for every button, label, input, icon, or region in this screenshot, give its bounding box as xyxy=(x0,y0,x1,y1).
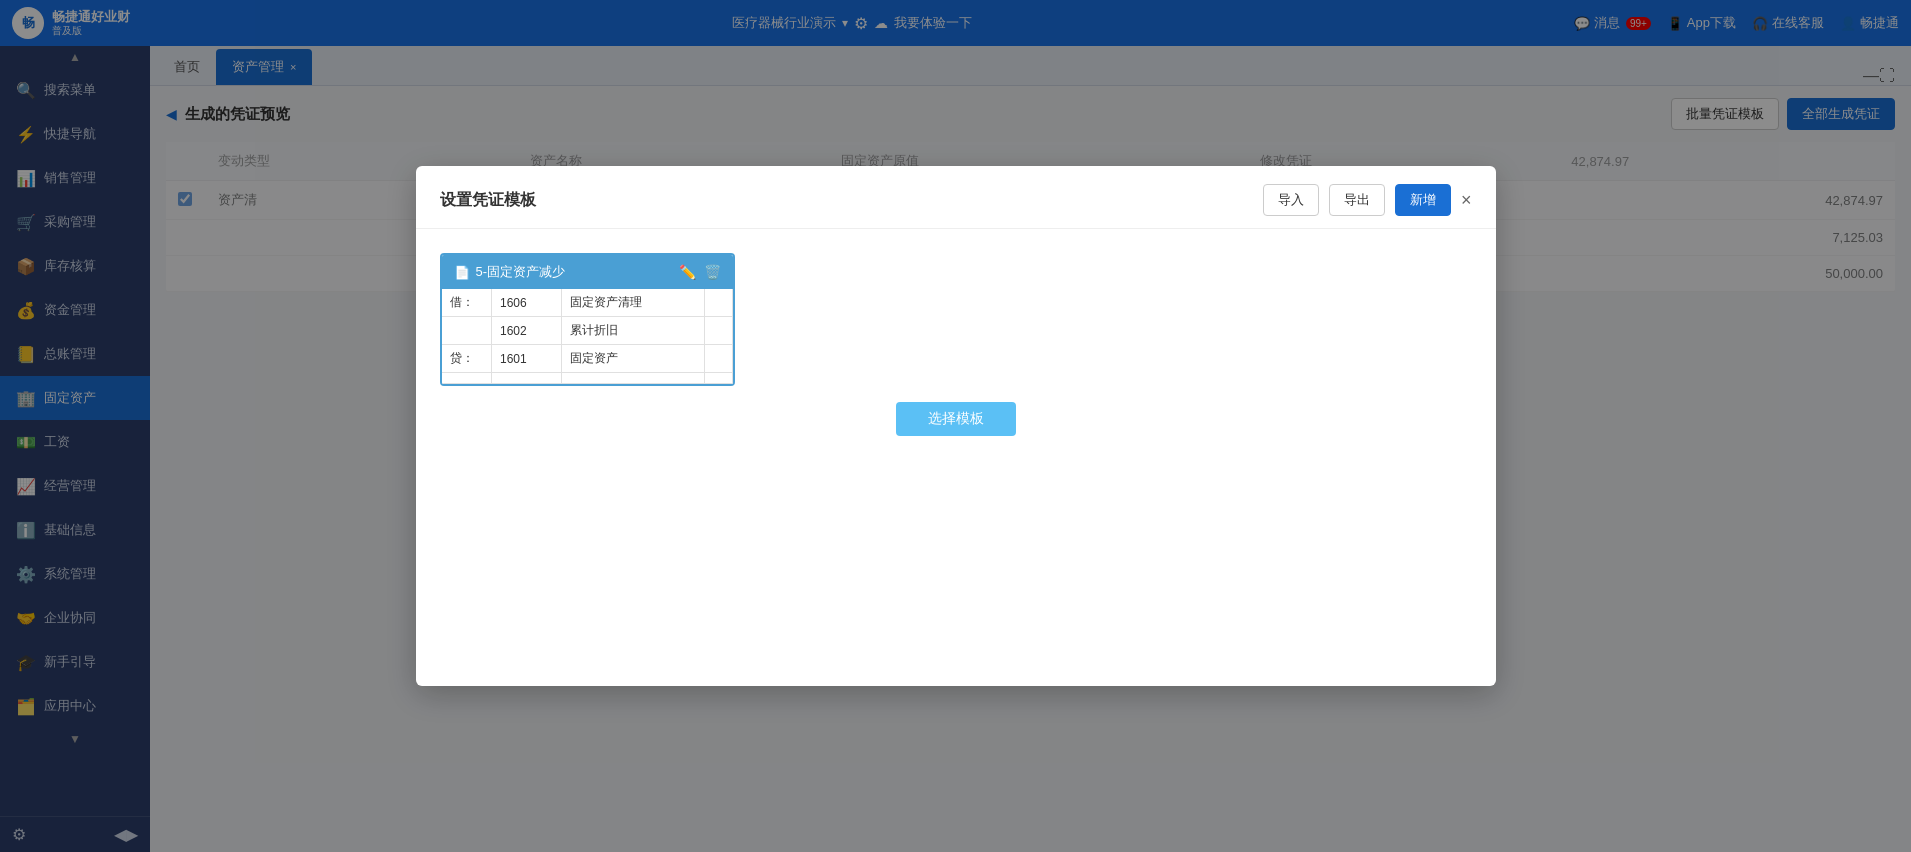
dialog-body: 📄 5-固定资产减少 ✏️ 🗑️ xyxy=(416,229,1496,686)
template-edit-icon[interactable]: ✏️ xyxy=(679,264,696,280)
dialog-header: 设置凭证模板 导入 导出 新增 × xyxy=(416,166,1496,229)
entry-direction-2 xyxy=(442,317,492,345)
dialog-close-btn[interactable]: × xyxy=(1461,190,1472,211)
template-table: 借： 1606 固定资产清理 1602 累计折旧 xyxy=(442,289,733,384)
template-row-1: 借： 1606 固定资产清理 xyxy=(442,289,733,317)
entry-subject-4 xyxy=(562,373,705,384)
template-card-header: 📄 5-固定资产减少 ✏️ 🗑️ xyxy=(442,255,733,289)
entry-direction-3: 贷： xyxy=(442,345,492,373)
template-doc-icon: 📄 xyxy=(454,265,470,280)
template-delete-icon[interactable]: 🗑️ xyxy=(704,264,721,280)
select-template-btn[interactable]: 选择模板 xyxy=(896,402,1016,436)
template-name: 5-固定资产减少 xyxy=(476,263,566,281)
template-row-4 xyxy=(442,373,733,384)
import-btn[interactable]: 导入 xyxy=(1263,184,1319,216)
entry-code-3: 1601 xyxy=(492,345,562,373)
entry-direction-1: 借： xyxy=(442,289,492,317)
entry-extra-1 xyxy=(705,289,732,317)
template-card-body: 借： 1606 固定资产清理 1602 累计折旧 xyxy=(442,289,733,384)
dialog-header-actions: 导入 导出 新增 × xyxy=(1263,184,1472,216)
template-header-left: 📄 5-固定资产减少 xyxy=(454,263,566,281)
entry-code-1: 1606 xyxy=(492,289,562,317)
template-row-2: 1602 累计折旧 xyxy=(442,317,733,345)
entry-extra-3 xyxy=(705,345,732,373)
template-card-actions: ✏️ 🗑️ xyxy=(679,264,721,280)
entry-code-2: 1602 xyxy=(492,317,562,345)
new-btn[interactable]: 新增 xyxy=(1395,184,1451,216)
entry-code-4 xyxy=(492,373,562,384)
template-row-3: 贷： 1601 固定资产 xyxy=(442,345,733,373)
modal-backdrop: 设置凭证模板 导入 导出 新增 × xyxy=(150,86,1911,852)
page-content: ◀ 生成的凭证预览 批量凭证模板 全部生成凭证 变动类型 资产名称 xyxy=(150,86,1911,852)
content-area: 首页 资产管理 × — ⛶ ◀ 生成的凭证预览 批量凭证模板 全部生成凭证 xyxy=(150,46,1911,852)
entry-subject-3: 固定资产 xyxy=(562,345,705,373)
export-btn[interactable]: 导出 xyxy=(1329,184,1385,216)
dialog: 设置凭证模板 导入 导出 新增 × xyxy=(416,166,1496,686)
entry-subject-2: 累计折旧 xyxy=(562,317,705,345)
dialog-title: 设置凭证模板 xyxy=(440,190,536,211)
entry-subject-1: 固定资产清理 xyxy=(562,289,705,317)
entry-extra-4 xyxy=(705,373,732,384)
entry-direction-4 xyxy=(442,373,492,384)
template-card: 📄 5-固定资产减少 ✏️ 🗑️ xyxy=(440,253,735,386)
entry-extra-2 xyxy=(705,317,732,345)
